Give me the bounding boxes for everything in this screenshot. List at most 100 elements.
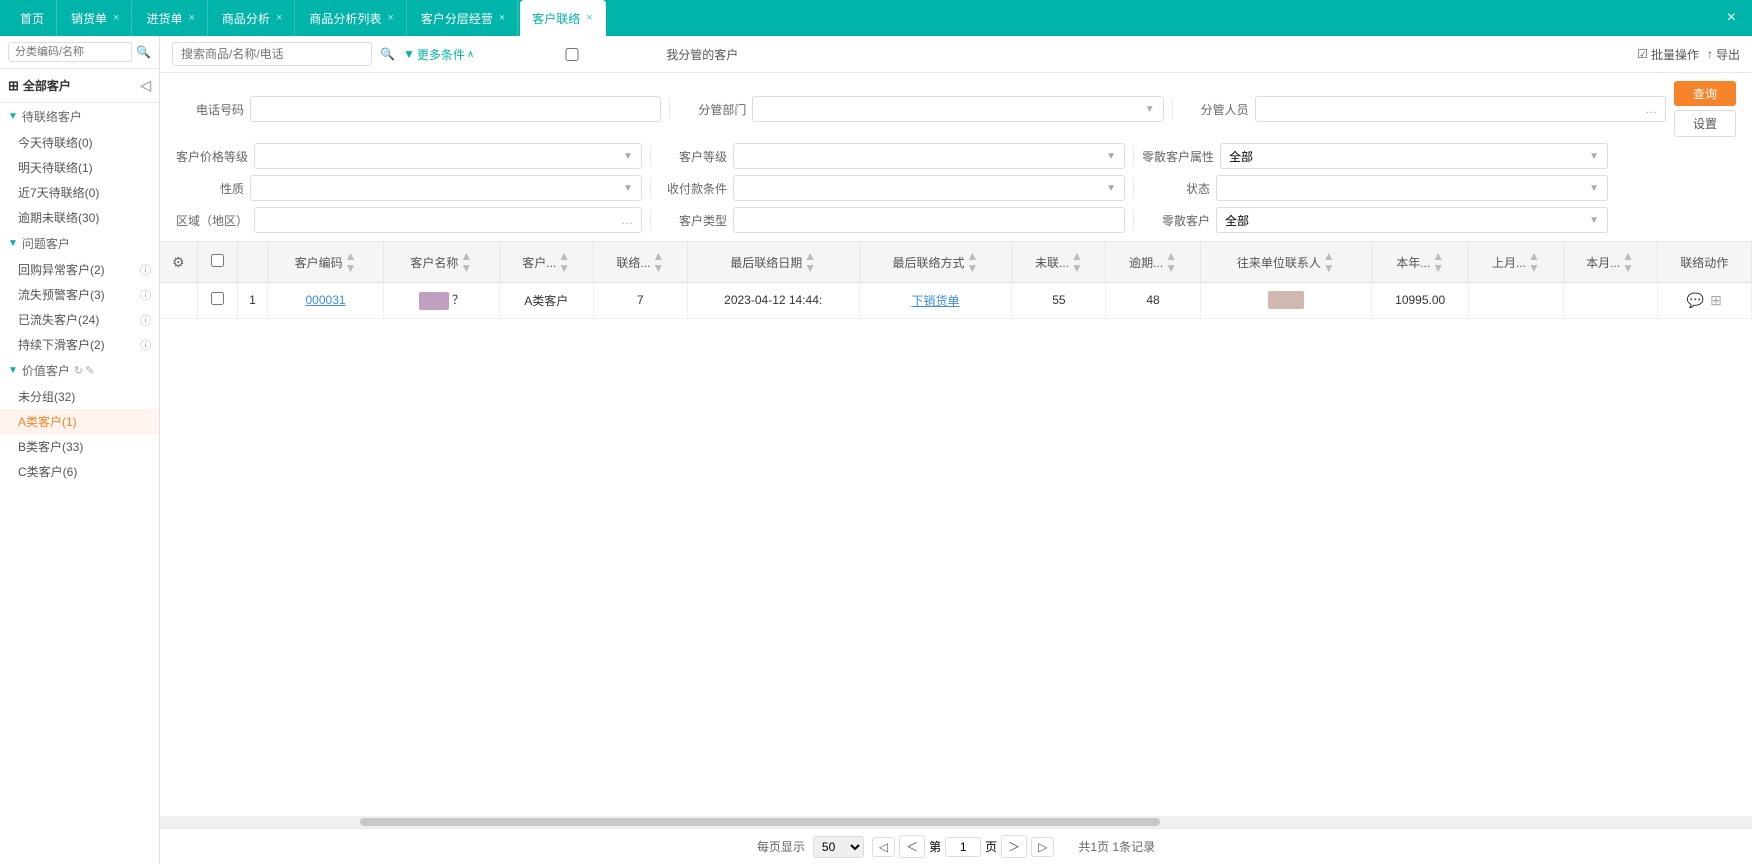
cell-no-contact: 55 [1012, 283, 1106, 319]
sidebar-group-value[interactable]: ▼ 价值客户 ↻ ✎ [0, 357, 159, 384]
col-contact[interactable]: 联络... ▲▼ [593, 242, 687, 283]
sidebar-item-churned[interactable]: 已流失客户(24) ⓘ [0, 307, 159, 332]
sidebar-search-icon[interactable]: 🔍 [136, 45, 151, 59]
nav-tab-customer-tier-close[interactable]: × [499, 12, 505, 24]
nav-tab-goods-list-close[interactable]: × [387, 12, 393, 24]
select-all-checkbox[interactable] [211, 254, 224, 267]
qr-icon[interactable]: ⊞ [1710, 292, 1722, 309]
col-unit-contact[interactable]: 往来单位联系人 ▲▼ [1200, 242, 1371, 283]
page-size-label: 每页显示 [757, 838, 805, 855]
refresh-icon[interactable]: ↻ [74, 364, 83, 377]
col-no-contact[interactable]: 未联... ▲▼ [1012, 242, 1106, 283]
col-overdue[interactable]: 逾期... ▲▼ [1106, 242, 1200, 283]
horizontal-scrollbar[interactable] [160, 816, 1752, 828]
batch-op-button[interactable]: ☑ 批量操作 [1637, 46, 1699, 63]
field-price-level-select[interactable]: ▼ [254, 143, 642, 169]
field-region-input[interactable]: … [254, 207, 642, 233]
col-customer-code[interactable]: 客户编码 ▲▼ [268, 242, 384, 283]
col-customer-name[interactable]: 客户名称 ▲▼ [383, 242, 499, 283]
nav-tab-purchase-close[interactable]: × [188, 12, 194, 24]
nav-tab-purchase[interactable]: 进货单 × [134, 0, 207, 36]
next-page-button[interactable]: ＞ [1001, 835, 1027, 858]
col-last-contact-method[interactable]: 最后联络方式 ▲▼ [859, 242, 1012, 283]
cell-checkbox[interactable] [197, 283, 237, 319]
col-last-month[interactable]: 上月... ▲▼ [1469, 242, 1563, 283]
page-size-select[interactable]: 50 10 20 100 [813, 836, 864, 858]
page-number-input[interactable] [945, 837, 981, 857]
export-button[interactable]: ↑ 导出 [1707, 46, 1740, 63]
sidebar-item-ungrouped[interactable]: 未分组(32) [0, 384, 159, 409]
sidebar-group-pending[interactable]: ▼ 待联络客户 [0, 103, 159, 130]
sidebar-item-class-a[interactable]: A类客户(1) [0, 409, 159, 434]
sidebar-item-class-b[interactable]: B类客户(33) [0, 434, 159, 459]
nav-tab-home[interactable]: 首页 [8, 0, 57, 36]
nav-tab-customer-contact[interactable]: 客户联络 × [520, 0, 605, 36]
cell-customer-code[interactable]: 000031 [268, 283, 384, 319]
search-input[interactable] [172, 42, 372, 66]
prev-page-button[interactable]: ＜ [899, 835, 925, 858]
my-customers-checkbox-label[interactable]: 我分管的客户 [482, 46, 738, 63]
last-page-button[interactable]: ▷ [1031, 837, 1054, 857]
col-this-year[interactable]: 本年... ▲▼ [1371, 242, 1468, 283]
nav-tab-goods-analysis[interactable]: 商品分析 × [210, 0, 295, 36]
more-filters-button[interactable]: ▼ 更多条件 ∧ [403, 46, 474, 63]
sidebar-item-7day-contact[interactable]: 近7天待联络(0) [0, 180, 159, 205]
retail-customer-value: 全部 [1225, 212, 1249, 229]
sidebar-item-overdue-contact-label: 逾期未联络(30) [18, 209, 99, 226]
sidebar-group-problem[interactable]: ▼ 问题客户 [0, 230, 159, 257]
settings-button[interactable]: 设置 [1674, 110, 1736, 137]
sidebar-item-today-contact[interactable]: 今天待联络(0) [0, 130, 159, 155]
nav-tab-customer-contact-close[interactable]: × [586, 12, 592, 24]
field-customer-level-select[interactable]: ▼ [733, 143, 1125, 169]
sidebar-item-tomorrow-contact[interactable]: 明天待联络(1) [0, 155, 159, 180]
cell-last-contact-method[interactable]: 下销货单 [859, 283, 1012, 319]
nav-tab-customer-tier[interactable]: 客户分层经营 × [409, 0, 518, 36]
field-status-select[interactable]: ▼ [1216, 175, 1608, 201]
col-gear[interactable]: ⚙ [160, 242, 197, 283]
field-retail-attr-select[interactable]: 全部 ▼ [1220, 143, 1608, 169]
sort-arrows-icon: ▲▼ [967, 250, 979, 274]
nav-tab-sales-close[interactable]: × [113, 12, 119, 24]
row-checkbox[interactable] [211, 292, 224, 305]
col-checkbox[interactable] [197, 242, 237, 283]
close-all-tabs-button[interactable]: × [1719, 9, 1744, 27]
chat-icon[interactable]: 💬 [1687, 292, 1704, 309]
sort-arrows-icon: ▲▼ [345, 250, 357, 274]
sidebar-all-customers[interactable]: ⊞ 全部客户 ◁ [0, 69, 159, 103]
nav-tab-sales[interactable]: 销货单 × [59, 0, 132, 36]
nav-tab-goods-analysis-close[interactable]: × [276, 12, 282, 24]
customer-code-link[interactable]: 000031 [306, 293, 346, 307]
arrow-icon: ▼ [8, 365, 18, 376]
sidebar-collapse-button[interactable]: ◁ [140, 77, 151, 94]
query-button[interactable]: 查询 [1674, 81, 1736, 106]
field-manager-input[interactable]: … [1255, 96, 1666, 122]
sidebar-item-overdue-contact[interactable]: 逾期未联络(30) [0, 205, 159, 230]
my-customers-checkbox[interactable] [482, 48, 662, 61]
field-payment-select[interactable]: ▼ [733, 175, 1125, 201]
cell-gear [160, 283, 197, 319]
sidebar-search-input[interactable] [8, 42, 132, 62]
filter-bar: 🔍 ▼ 更多条件 ∧ 我分管的客户 ☑ 批量操作 ↑ 导出 [160, 36, 1752, 73]
col-this-month[interactable]: 本月... ▲▼ [1563, 242, 1657, 283]
filter-row-1: 电话号码 分管部门 ▼ 分管人员 … [176, 81, 1736, 137]
col-last-contact-date[interactable]: 最后联络日期 ▲▼ [687, 242, 859, 283]
sidebar-item-declining[interactable]: 持续下滑客户(2) ⓘ [0, 332, 159, 357]
field-customer-type-input[interactable] [733, 207, 1125, 233]
field-phone-input[interactable] [250, 96, 661, 122]
edit-icon[interactable]: ✎ [85, 364, 94, 377]
first-page-button[interactable]: ◁ [872, 837, 895, 857]
field-nature-select[interactable]: ▼ [250, 175, 642, 201]
column-settings-button[interactable]: ⚙ [166, 252, 191, 273]
sidebar-item-churn-warning[interactable]: 流失预警客户(3) ⓘ [0, 282, 159, 307]
field-dept-select[interactable]: ▼ [752, 96, 1163, 122]
field-retail-customer-select[interactable]: 全部 ▼ [1216, 207, 1608, 233]
filter-search-icon[interactable]: 🔍 [380, 47, 395, 61]
sidebar-item-class-c[interactable]: C类客户(6) [0, 459, 159, 484]
sidebar-item-repurchase-abnormal[interactable]: 回购异常客户(2) ⓘ [0, 257, 159, 282]
sort-arrows-icon: ▲▼ [1622, 250, 1634, 274]
nav-tab-goods-list[interactable]: 商品分析列表 × [297, 0, 406, 36]
col-customer-type[interactable]: 客户... ▲▼ [499, 242, 593, 283]
scrollbar-thumb[interactable] [360, 818, 1160, 826]
cell-last-contact-date: 2023-04-12 14:44: [687, 283, 859, 319]
contact-method-link[interactable]: 下销货单 [911, 294, 959, 308]
